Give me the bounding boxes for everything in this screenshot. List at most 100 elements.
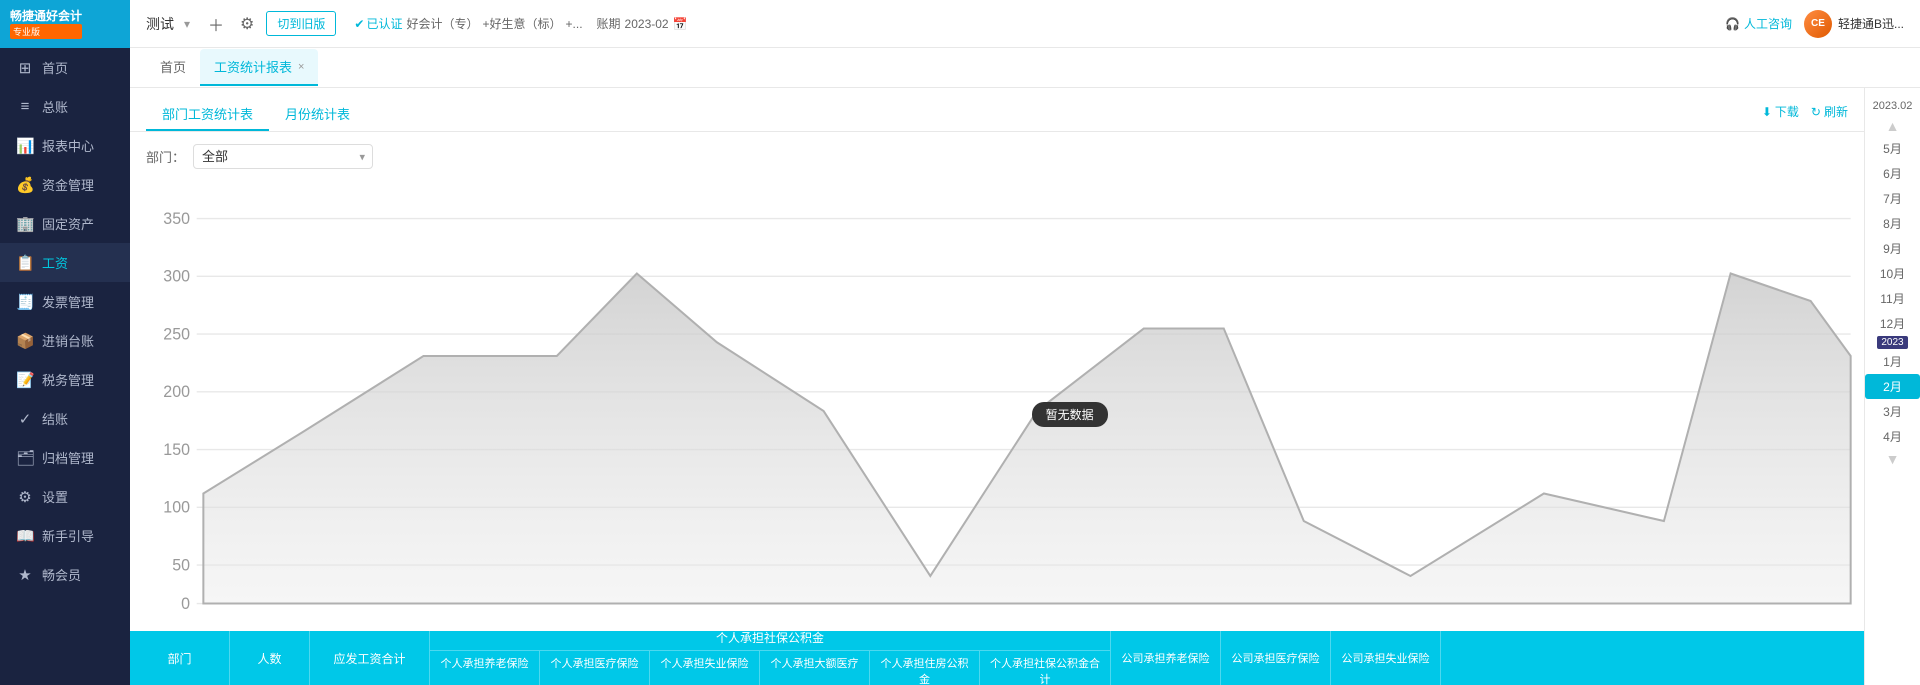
company-name: 测试 [146,14,174,34]
calendar-icon[interactable]: 📅 [673,17,688,31]
sidebar-item-checkout[interactable]: ✓ 结账 [0,399,130,438]
sidebar-item-archive[interactable]: 🗂 归档管理 [0,438,130,477]
svg-text:300: 300 [163,268,190,286]
right-panel-month-5[interactable]: 5月 [1865,136,1920,161]
download-icon: ⬇ [1762,105,1772,119]
svg-text:200: 200 [163,383,190,401]
right-panel-month-2[interactable]: 2月 [1865,374,1920,399]
sidebar-item-label: 进销台账 [42,331,94,350]
chart-area-fill [203,274,1850,604]
svg-text:50: 50 [172,556,190,574]
tab-close-icon[interactable]: × [298,61,304,73]
svg-text:0: 0 [181,595,190,613]
checkout-icon: ✓ [16,410,34,428]
th-p-housing: 个人承担住房公积金 [870,651,980,685]
settings-icon: ⚙ [16,488,34,506]
certified-tag: ✔ 已认证 [354,15,402,32]
tab-payroll-report[interactable]: 工资统计报表 × [200,49,318,86]
tabbar: 首页 工资统计报表 × [130,48,1920,88]
sidebar-item-label: 新手引导 [42,526,94,545]
sidebar-item-label: 总账 [42,97,68,116]
dept-select[interactable]: 全部 [193,144,373,169]
th-salary: 应发工资合计 [310,631,430,685]
right-panel-month-7[interactable]: 7月 [1865,186,1920,211]
sidebar-item-label: 发票管理 [42,292,94,311]
sidebar-item-funds[interactable]: 💰 资金管理 [0,165,130,204]
main-with-panel: 部门工资统计表 月份统计表 ⬇ 下载 ↻ 刷新 [130,88,1920,685]
topbar: 测试 ▾ ＋ ⚙ 切到旧版 ✔ 已认证 好会计（专） +好生意（标） +... … [130,0,1920,48]
sidebar-item-reports[interactable]: 📊 报表中心 [0,126,130,165]
sidebar-item-invoice[interactable]: 🧾 发票管理 [0,282,130,321]
right-panel-month-6[interactable]: 6月 [1865,161,1920,186]
subtabs: 部门工资统计表 月份统计表 ⬇ 下载 ↻ 刷新 [130,88,1864,132]
right-panel-month-11[interactable]: 11月 [1865,286,1920,311]
switch-version-button[interactable]: 切到旧版 [266,11,336,36]
sidebar-item-label: 首页 [42,58,68,77]
subtab-actions: ⬇ 下载 ↻ 刷新 [1762,103,1848,126]
sidebar-item-assets[interactable]: 🏢 固定资产 [0,204,130,243]
sidebar-item-label: 报表中心 [42,136,94,155]
assets-icon: 🏢 [16,215,34,233]
right-panel-month-3[interactable]: 3月 [1865,399,1920,424]
sidebar-item-member[interactable]: ★ 畅会员 [0,555,130,594]
sidebar-item-payroll[interactable]: 📋 工资 [0,243,130,282]
refresh-button[interactable]: ↻ 刷新 [1811,103,1848,120]
company-dropdown[interactable]: ▾ [184,17,190,31]
download-button[interactable]: ⬇ 下载 [1762,103,1799,120]
sidebar-item-home[interactable]: ⊞ 首页 [0,48,130,87]
add-button[interactable]: ＋ [204,10,228,38]
right-panel-nav-up[interactable]: ▲ [1865,116,1920,136]
right-panel-month-4[interactable]: 4月 [1865,424,1920,449]
sidebar-item-guide[interactable]: 📖 新手引导 [0,516,130,555]
right-panel-year-badge: 2023 [1877,336,1907,349]
th-p-bigmedical: 个人承担大额医疗 [760,651,870,685]
refresh-icon: ↻ [1811,105,1821,119]
payroll-icon: 📋 [16,254,34,272]
settings-button[interactable]: ⚙ [236,12,258,36]
certified-icon: ✔ [354,17,364,31]
sidebar-item-label: 资金管理 [42,175,94,194]
subtab-dept[interactable]: 部门工资统计表 [146,98,269,131]
sidebar-item-label: 结账 [42,409,68,428]
guide-icon: 📖 [16,527,34,545]
avatar: CE [1804,10,1832,38]
svg-text:350: 350 [163,210,190,228]
sidebar-logo: 畅捷通好会计 专业版 [0,0,130,48]
user-menu[interactable]: CE 轻捷通B迅... [1804,10,1904,38]
th-group-personal-cols: 个人承担养老保险 个人承担医疗保险 个人承担失业保险 个人承担大额医疗 个人承担… [430,651,1110,685]
tab-home[interactable]: 首页 [146,49,200,86]
headset-icon: 🎧 [1725,17,1740,31]
table-header: 部门 人数 应发工资合计 个人承担社保公积金 个人承担养老保险 个人承担医疗保险 [130,631,1864,685]
dept-select-wrap: 全部 [193,144,373,169]
topbar-actions: ＋ ⚙ 切到旧版 [204,10,336,38]
th-dept: 部门 [130,631,230,685]
th-p-unemploy: 个人承担失业保险 [650,651,760,685]
sidebar-item-label: 工资 [42,253,68,272]
svg-text:100: 100 [163,499,190,517]
content-area: 部门工资统计表 月份统计表 ⬇ 下载 ↻ 刷新 [130,88,1864,685]
svg-text:250: 250 [163,325,190,343]
sidebar-item-sales[interactable]: 📦 进销台账 [0,321,130,360]
topbar-period: 账期 2023-02 📅 [597,15,688,32]
tab-payroll-report-label: 工资统计报表 [214,57,292,76]
right-panel-month-1[interactable]: 1月 [1865,349,1920,374]
tax-icon: 📝 [16,371,34,389]
right-panel-month-9[interactable]: 9月 [1865,236,1920,261]
reports-icon: 📊 [16,137,34,155]
sidebar-item-ledger[interactable]: ≡ 总账 [0,87,130,126]
consultant-button[interactable]: 🎧 人工咨询 [1725,15,1792,32]
sidebar-item-tax[interactable]: 📝 税务管理 [0,360,130,399]
sidebar: 畅捷通好会计 专业版 ⊞ 首页 ≡ 总账 📊 报表中心 💰 资金管理 🏢 固定资… [0,0,130,685]
subtab-monthly[interactable]: 月份统计表 [269,98,366,131]
sidebar-item-settings[interactable]: ⚙ 设置 [0,477,130,516]
right-panel-month-10[interactable]: 10月 [1865,261,1920,286]
right-panel-month-12[interactable]: 12月 [1865,311,1920,336]
right-panel: 2023.02 ▲ 5月 6月 7月 8月 9月 10月 11月 12月 202… [1864,88,1920,685]
home-icon: ⊞ [16,59,34,77]
username: 轻捷通B迅... [1838,15,1904,32]
right-panel-nav-down[interactable]: ▼ [1865,449,1920,469]
th-c-medical: 公司承担医疗保险 [1221,631,1331,685]
chart-svg: 350 300 250 200 150 100 50 0 [130,191,1864,631]
tab-home-label: 首页 [160,57,186,76]
right-panel-month-8[interactable]: 8月 [1865,211,1920,236]
